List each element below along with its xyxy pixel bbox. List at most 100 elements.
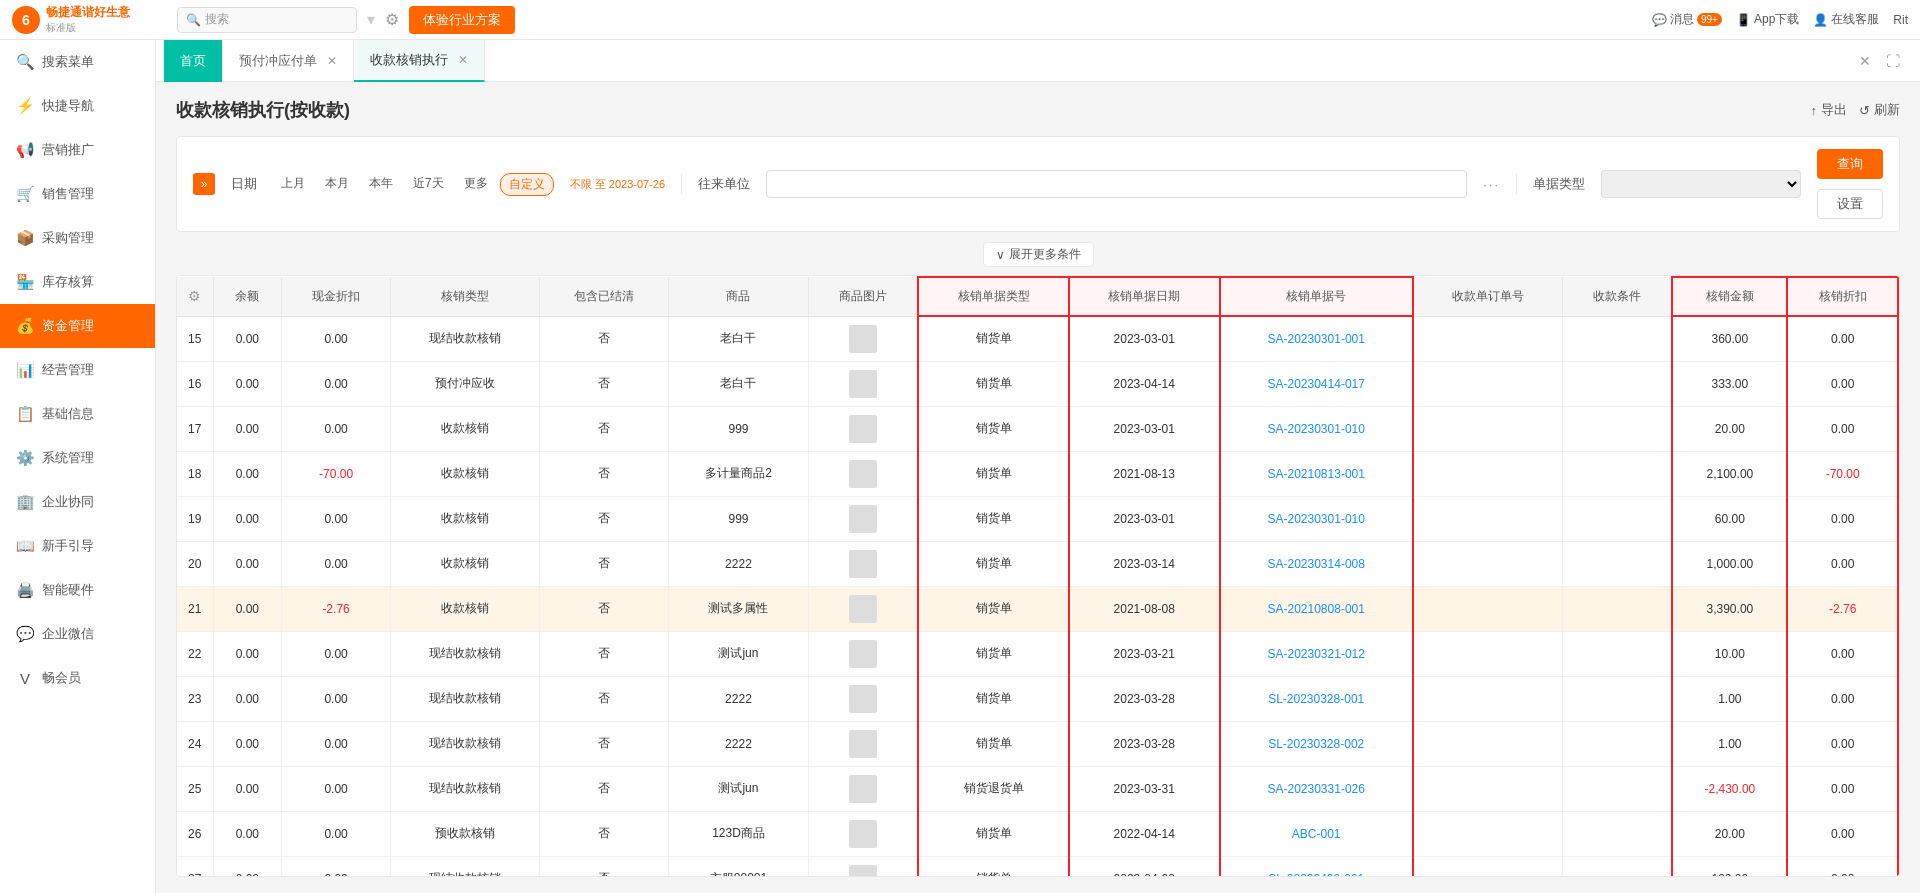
counterparty-input[interactable] <box>766 170 1467 198</box>
date-btn-more[interactable]: 更多 <box>456 173 496 196</box>
bill-no-link[interactable]: SL-20230328-001 <box>1268 692 1364 706</box>
cell-goods-img <box>809 406 919 451</box>
cell-bill-no[interactable]: SL-20230328-001 <box>1220 676 1413 721</box>
bill-no-link[interactable]: ABC-001 <box>1292 827 1341 841</box>
sidebar-item-basic-info[interactable]: 📋 基础信息 <box>0 392 155 436</box>
bill-no-link[interactable]: SA-20230301-010 <box>1267 422 1364 436</box>
refresh-btn[interactable]: ↺ 刷新 <box>1859 101 1900 119</box>
filter-expand-btn[interactable]: » <box>193 173 215 195</box>
app-download-btn[interactable]: 📱 App下载 <box>1736 11 1799 28</box>
bill-no-link[interactable]: SL-20230408-001 <box>1268 872 1364 878</box>
cell-bill-type: 销货单 <box>918 676 1069 721</box>
tab-close-receipt[interactable]: ✕ <box>458 53 468 67</box>
table-row: 25 0.00 0.00 现结收款核销 否 测试jun 销货退货单 2023-0… <box>177 766 1898 811</box>
tab-close-prepay[interactable]: ✕ <box>327 54 337 68</box>
date-btn-7days[interactable]: 近7天 <box>405 173 452 196</box>
system-icon: ⚙️ <box>16 449 34 467</box>
sidebar-item-business[interactable]: 📊 经营管理 <box>0 348 155 392</box>
cell-balance: 0.00 <box>213 631 282 676</box>
online-service-btn[interactable]: 👤 在线客服 <box>1813 11 1879 28</box>
sidebar-item-newbie[interactable]: 📖 新手引导 <box>0 524 155 568</box>
cell-writeoff-amount: 360.00 <box>1672 316 1787 361</box>
page-header-actions: ↑ 导出 ↺ 刷新 <box>1811 101 1901 119</box>
bill-type-select[interactable] <box>1601 170 1801 198</box>
table-row: 18 0.00 -70.00 收款核销 否 多计量商品2 销货单 2021-08… <box>177 451 1898 496</box>
date-buttons: 上月 本月 本年 近7天 更多 自定义 <box>273 173 554 196</box>
tab-close-all-btn[interactable]: ✕ <box>1854 50 1876 72</box>
sidebar-item-quick-nav[interactable]: ⚡ 快捷导航 <box>0 84 155 128</box>
sidebar-item-search[interactable]: 🔍 搜索菜单 <box>0 40 155 84</box>
th-settings[interactable]: ⚙ <box>177 277 213 316</box>
cell-balance: 0.00 <box>213 406 282 451</box>
cell-no: 21 <box>177 586 213 631</box>
cell-bill-no[interactable]: SL-20230328-002 <box>1220 721 1413 766</box>
settings-gear-icon[interactable]: ⚙ <box>188 288 201 304</box>
cell-bill-no[interactable]: SL-20230408-001 <box>1220 856 1413 877</box>
sidebar-item-smart-hw[interactable]: 🖨️ 智能硬件 <box>0 568 155 612</box>
filter-divider-2 <box>1516 174 1517 194</box>
date-btn-custom[interactable]: 自定义 <box>500 173 554 196</box>
bill-no-link[interactable]: SA-20230314-008 <box>1267 557 1364 571</box>
purchase-icon: 📦 <box>16 229 34 247</box>
cell-writeoff-discount: 0.00 <box>1787 361 1898 406</box>
cell-bill-no[interactable]: SA-20230301-010 <box>1220 406 1413 451</box>
expand-more-btn[interactable]: ∨ 展开更多条件 <box>983 242 1094 267</box>
cell-include-settled: 否 <box>539 721 668 766</box>
bill-no-link[interactable]: SA-20230301-010 <box>1267 512 1364 526</box>
export-icon: ↑ <box>1811 103 1818 118</box>
cell-cash-discount: 0.00 <box>282 856 391 877</box>
cell-cash-discount: 0.00 <box>282 811 391 856</box>
sidebar-item-purchase[interactable]: 📦 采购管理 <box>0 216 155 260</box>
industry-btn[interactable]: 体验行业方案 <box>409 6 515 34</box>
cell-bill-no[interactable]: SA-20210813-001 <box>1220 451 1413 496</box>
bill-no-link[interactable]: SL-20230328-002 <box>1268 737 1364 751</box>
cell-bill-no[interactable]: SA-20230301-010 <box>1220 496 1413 541</box>
sidebar: 🔍 搜索菜单 ⚡ 快捷导航 📢 营销推广 🛒 销售管理 📦 采购管理 🏪 库存核… <box>0 40 156 893</box>
dropdown-icon[interactable]: ▾ <box>367 10 375 29</box>
export-btn[interactable]: ↑ 导出 <box>1811 101 1848 119</box>
top-bar-actions: 💬 消息 99+ 📱 App下载 👤 在线客服 Rit <box>1652 11 1908 28</box>
cell-bill-no[interactable]: SA-20230301-001 <box>1220 316 1413 361</box>
tab-home[interactable]: 首页 <box>164 40 223 82</box>
sidebar-item-enterprise[interactable]: 🏢 企业协同 <box>0 480 155 524</box>
sidebar-item-marketing[interactable]: 📢 营销推广 <box>0 128 155 172</box>
bill-no-link[interactable]: SA-20230321-012 <box>1267 647 1364 661</box>
cell-cash-discount: 0.00 <box>282 406 391 451</box>
cell-balance: 0.00 <box>213 766 282 811</box>
bill-no-link[interactable]: SA-20210813-001 <box>1267 467 1364 481</box>
tab-prepay-offset[interactable]: 预付冲应付单 ✕ <box>223 40 354 82</box>
cell-bill-no[interactable]: SA-20230314-008 <box>1220 541 1413 586</box>
cell-bill-date: 2023-03-21 <box>1069 631 1220 676</box>
settings-icon[interactable]: ⚙ <box>385 10 399 29</box>
sidebar-item-sales[interactable]: 🛒 销售管理 <box>0 172 155 216</box>
sidebar-item-finance[interactable]: 💰 资金管理 <box>0 304 155 348</box>
cell-bill-no[interactable]: SA-20210808-001 <box>1220 586 1413 631</box>
cell-bill-no[interactable]: SA-20230331-026 <box>1220 766 1413 811</box>
messages-btn[interactable]: 💬 消息 99+ <box>1652 11 1722 28</box>
bill-no-link[interactable]: SA-20230414-017 <box>1267 377 1364 391</box>
cell-balance: 0.00 <box>213 451 282 496</box>
bill-no-link[interactable]: SA-20210808-001 <box>1267 602 1364 616</box>
basic-info-icon: 📋 <box>16 405 34 423</box>
date-btn-this-year[interactable]: 本年 <box>361 173 401 196</box>
cell-writeoff-amount: 20.00 <box>1672 811 1787 856</box>
bill-no-link[interactable]: SA-20230301-001 <box>1267 332 1364 346</box>
query-btn[interactable]: 查询 <box>1817 149 1883 179</box>
cell-bill-no[interactable]: SA-20230321-012 <box>1220 631 1413 676</box>
tab-expand-btn[interactable]: ⛶ <box>1882 50 1904 72</box>
date-btn-this-month[interactable]: 本月 <box>317 173 357 196</box>
settings-btn[interactable]: 设置 <box>1817 189 1883 219</box>
sidebar-item-inventory[interactable]: 🏪 库存核算 <box>0 260 155 304</box>
sidebar-item-wechat[interactable]: 💬 企业微信 <box>0 612 155 656</box>
cell-receipt-condition <box>1563 766 1673 811</box>
cell-bill-no[interactable]: SA-20230414-017 <box>1220 361 1413 406</box>
bill-no-link[interactable]: SA-20230331-026 <box>1267 782 1364 796</box>
cell-bill-no[interactable]: ABC-001 <box>1220 811 1413 856</box>
tab-receipt-writeoff[interactable]: 收款核销执行 ✕ <box>354 40 485 82</box>
cell-goods: 2222 <box>668 676 808 721</box>
sidebar-item-member[interactable]: V 畅会员 <box>0 656 155 700</box>
sidebar-item-system[interactable]: ⚙️ 系统管理 <box>0 436 155 480</box>
cell-writeoff-discount: 0.00 <box>1787 721 1898 766</box>
bill-type-label: 单据类型 <box>1533 175 1585 193</box>
date-btn-last-month[interactable]: 上月 <box>273 173 313 196</box>
